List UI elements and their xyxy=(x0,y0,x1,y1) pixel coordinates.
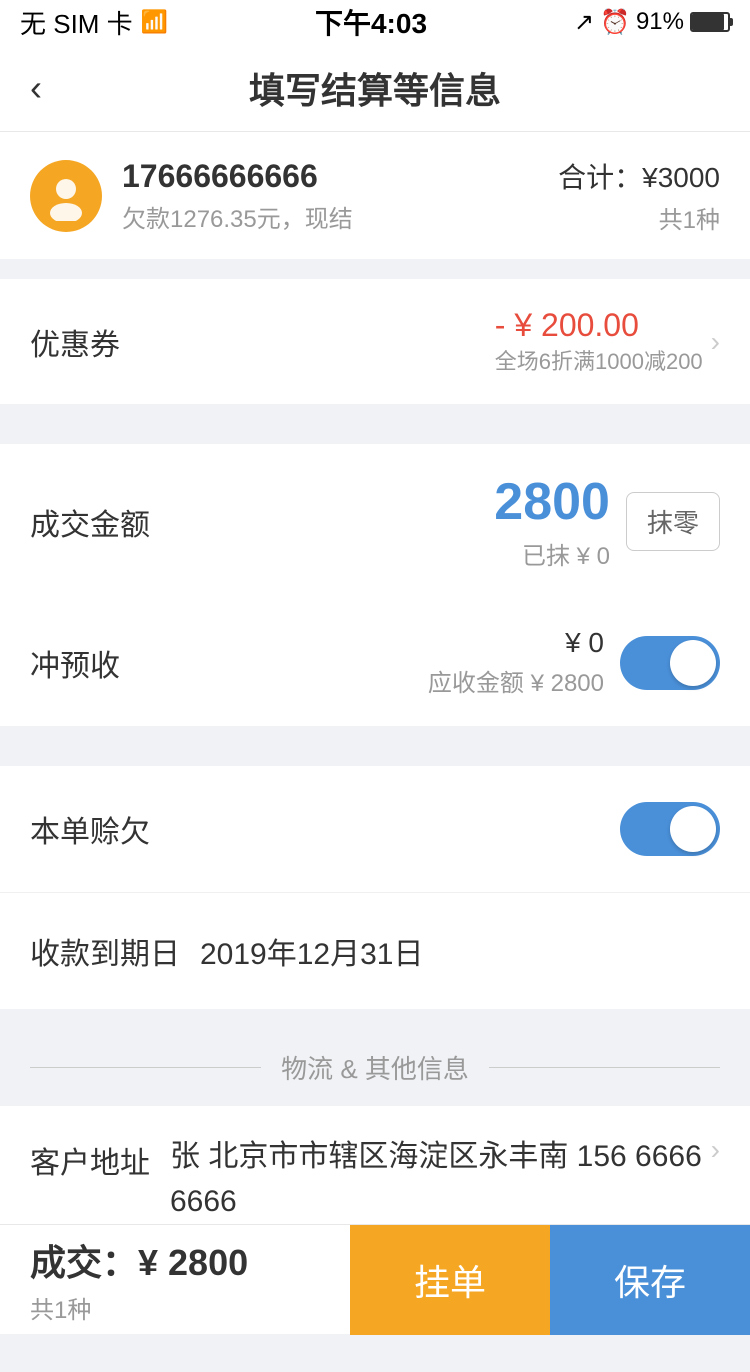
customer-phone: 17666666666 xyxy=(122,158,353,195)
logistics-separator: 物流 & 其他信息 xyxy=(0,1029,750,1106)
hold-button[interactable]: 挂单 xyxy=(350,1225,550,1335)
amount-row: 成交金额 2800 已抹 ¥ 0 抹零 xyxy=(0,444,750,599)
bottom-bar: 成交：¥ 2800 共1种 挂单 保存 xyxy=(0,1224,750,1334)
status-bar: 无 SIM 卡 📶 下午4:03 ↗ ⏰ 91% xyxy=(0,0,750,44)
battery-icon xyxy=(690,12,730,32)
chevron-right-icon: › xyxy=(711,326,720,358)
address-label: 客户地址 xyxy=(30,1134,150,1182)
total-count: 共1种 xyxy=(558,200,720,235)
bottom-count: 共1种 xyxy=(30,1290,320,1325)
nav-bar: ‹ 填写结算等信息 xyxy=(0,44,750,132)
status-left: 无 SIM 卡 📶 xyxy=(20,4,168,41)
total-amount: 合计：¥3000 xyxy=(558,156,720,196)
customer-card: 17666666666 欠款1276.35元，现结 合计：¥3000 共1种 xyxy=(0,132,750,259)
debt-toggle[interactable] xyxy=(620,802,720,856)
debt-label: 本单赊欠 xyxy=(30,807,150,851)
sep-line-right xyxy=(489,1067,720,1068)
battery-percent: 91% xyxy=(636,8,684,36)
coupon-discount: - ¥ 200.00 xyxy=(495,307,703,344)
customer-debt: 欠款1276.35元，现结 xyxy=(122,199,353,234)
precollect-sub: 应收金额 ¥ 2800 xyxy=(428,663,604,698)
amount-val-wrap: 2800 已抹 ¥ 0 xyxy=(494,472,610,571)
customer-right: 合计：¥3000 共1种 xyxy=(558,156,720,235)
wifi-icon: 📶 xyxy=(141,9,168,35)
location-icon: ↗ xyxy=(574,8,594,37)
alarm-icon: ⏰ xyxy=(600,8,630,37)
deal-amount-section: 成交金额 2800 已抹 ¥ 0 抹零 冲预收 ¥ 0 应收金额 ¥ 2800 xyxy=(0,444,750,726)
coupon-section: 优惠券 - ¥ 200.00 全场6折满1000减200 › xyxy=(0,279,750,404)
content: 17666666666 欠款1276.35元，现结 合计：¥3000 共1种 优… xyxy=(0,132,750,1372)
status-time: 下午4:03 xyxy=(315,2,427,42)
precollect-toggle[interactable] xyxy=(620,636,720,690)
date-value: 2019年12月31日 xyxy=(200,929,423,973)
round-zero-button[interactable]: 抹零 xyxy=(626,492,720,551)
divider-2 xyxy=(0,746,750,766)
amount-zero-sub: 已抹 ¥ 0 xyxy=(494,536,610,571)
save-button[interactable]: 保存 xyxy=(550,1225,750,1335)
date-label: 收款到期日 xyxy=(30,929,180,973)
divider-1 xyxy=(0,424,750,444)
date-row: 收款到期日 2019年12月31日 xyxy=(0,893,750,1009)
coupon-sub: 全场6折满1000减200 xyxy=(495,344,703,376)
coupon-row[interactable]: 优惠券 - ¥ 200.00 全场6折满1000减200 › xyxy=(0,279,750,404)
date-section: 收款到期日 2019年12月31日 xyxy=(0,892,750,1009)
amount-label: 成交金额 xyxy=(30,500,150,544)
status-right: ↗ ⏰ 91% xyxy=(574,8,730,37)
debt-toggle-knob xyxy=(670,806,716,852)
customer-info: 17666666666 欠款1276.35元，现结 xyxy=(122,158,353,234)
bottom-deal-amount: 成交：¥ 2800 xyxy=(30,1234,320,1286)
coupon-label: 优惠券 xyxy=(30,320,120,364)
amount-right: 2800 已抹 ¥ 0 抹零 xyxy=(494,472,720,571)
page-title: 填写结算等信息 xyxy=(249,62,501,114)
avatar xyxy=(30,160,102,232)
back-button[interactable]: ‹ xyxy=(20,57,52,119)
precollect-right: ¥ 0 应收金额 ¥ 2800 xyxy=(428,627,720,698)
coupon-value-wrap: - ¥ 200.00 全场6折满1000减200 xyxy=(495,307,703,376)
bottom-summary: 成交：¥ 2800 共1种 xyxy=(0,1234,350,1325)
precollect-label: 冲预收 xyxy=(30,641,120,685)
precollect-value: ¥ 0 xyxy=(428,627,604,659)
customer-left: 17666666666 欠款1276.35元，现结 xyxy=(30,158,353,234)
sep-line-left xyxy=(30,1067,261,1068)
address-value: 张 北京市市辖区海淀区永丰南 156 6666 6666 xyxy=(170,1134,711,1224)
logistics-label: 物流 & 其他信息 xyxy=(281,1049,469,1086)
address-chevron-icon: › xyxy=(711,1134,720,1166)
precollect-row: 冲预收 ¥ 0 应收金额 ¥ 2800 xyxy=(0,599,750,726)
precollect-val-wrap: ¥ 0 应收金额 ¥ 2800 xyxy=(428,627,604,698)
coupon-right: - ¥ 200.00 全场6折满1000减200 › xyxy=(495,307,720,376)
deal-amount-value: 2800 xyxy=(494,472,610,532)
toggle-knob xyxy=(670,640,716,686)
carrier-text: 无 SIM 卡 xyxy=(20,4,133,41)
debt-row: 本单赊欠 xyxy=(0,766,750,892)
